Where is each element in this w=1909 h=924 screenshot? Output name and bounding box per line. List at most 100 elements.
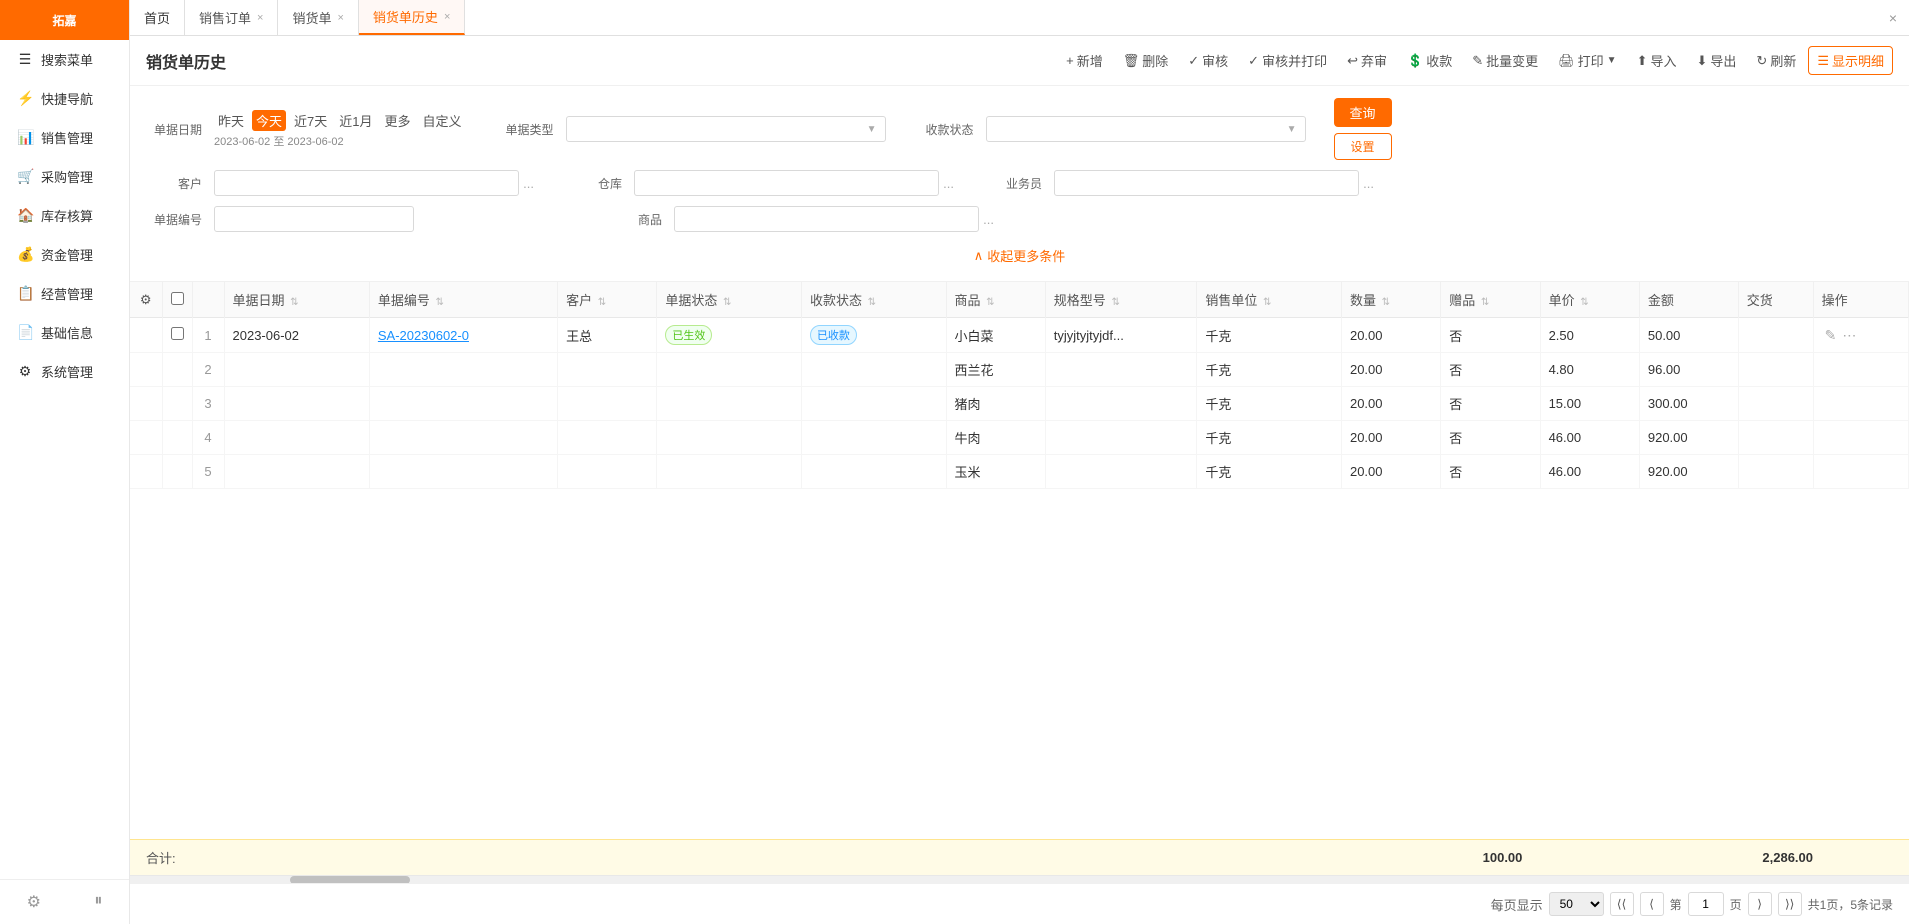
audit-button[interactable]: ✓ 审核 [1180,47,1236,74]
collect-label: 收款 [1426,51,1452,70]
sidebar-item-purchase-mgmt[interactable]: 🛒 采购管理 [0,157,129,196]
col-payment-status[interactable]: 收款状态 ⇅ [801,282,946,318]
tab-sales-delivery-close[interactable]: × [337,12,343,24]
print-icon: 🖨 [1558,53,1575,69]
col-unit-price-sort: ⇅ [1580,297,1588,308]
row-checkbox-input[interactable] [171,327,184,340]
delete-button[interactable]: 🗑 删除 [1115,47,1177,74]
new-icon: + [1066,53,1074,68]
customer-input[interactable] [214,170,519,196]
next-page-btn[interactable]: ⟩ [1748,892,1772,916]
col-unit-price[interactable]: 单价 ⇅ [1540,282,1639,318]
col-gear[interactable]: ⚙ [130,282,162,318]
col-amount-label: 金额 [1648,293,1674,308]
col-spec[interactable]: 规格型号 ⇅ [1045,282,1197,318]
col-goods[interactable]: 商品 ⇅ [946,282,1045,318]
show-detail-label: 显示明细 [1832,51,1884,70]
prev-page-btn[interactable]: ⟨ [1640,892,1664,916]
row-customer [558,387,657,421]
gear-icon[interactable]: ⚙ [140,292,152,307]
first-page-btn[interactable]: ⟨⟨ [1610,892,1634,916]
goods-dots[interactable]: ... [983,212,994,227]
horizontal-scrollbar[interactable] [130,875,1909,883]
col-spec-label: 规格型号 [1054,293,1106,308]
date-btn-1month[interactable]: 近1月 [335,110,376,131]
last-page-btn[interactable]: ⟩⟩ [1778,892,1802,916]
doc-type-select[interactable]: ▼ [566,116,886,142]
row-spec [1045,455,1197,489]
row-checkbox [162,353,192,387]
audit-print-button[interactable]: ✓ 审核并打印 [1240,47,1335,74]
setting-button[interactable]: 设置 [1334,133,1392,160]
table-row: 4牛肉千克20.00否46.00920.00 [130,421,1909,455]
col-doc-no[interactable]: 单据编号 ⇅ [369,282,557,318]
batch-change-button[interactable]: ✎ 批量变更 [1464,47,1546,74]
print-button[interactable]: 🖨 打印 ▼ [1550,47,1624,74]
collect-button[interactable]: 💲 收款 [1399,47,1460,74]
col-customer[interactable]: 客户 ⇅ [558,282,657,318]
tab-sales-order[interactable]: 销售订单 × [185,0,278,35]
date-btn-yesterday[interactable]: 昨天 [214,110,248,131]
import-button[interactable]: ⬆ 导入 [1629,47,1685,74]
row-goods: 玉米 [946,455,1045,489]
current-page-input[interactable] [1688,892,1724,916]
row-more-btn[interactable]: ⋯ [1839,327,1859,343]
warehouse-input[interactable] [634,170,939,196]
col-checkbox [162,282,192,318]
new-button[interactable]: + 新增 [1058,47,1111,74]
col-payment-status-sort: ⇅ [868,297,876,308]
sidebar-settings-btn[interactable]: ⚙ [23,888,45,916]
page-size-select[interactable]: 50 20 100 [1549,892,1604,916]
col-quantity-sort: ⇅ [1382,297,1390,308]
tab-sales-order-close[interactable]: × [257,12,263,24]
refresh-button[interactable]: ↻ 刷新 [1748,47,1804,74]
col-doc-date[interactable]: 单据日期 ⇅ [224,282,369,318]
row-delivery [1738,353,1813,387]
sidebar-item-operation[interactable]: 📋 经营管理 [0,274,129,313]
tab-sales-delivery[interactable]: 销货单 × [278,0,358,35]
query-button[interactable]: 查询 [1334,98,1392,127]
tab-sales-history-close[interactable]: × [444,11,450,23]
tab-bar-close-btn[interactable]: × [1877,10,1909,26]
sidebar-item-sales-mgmt[interactable]: 📊 销售管理 [0,118,129,157]
customer-dots[interactable]: ... [523,176,534,191]
salesperson-dots[interactable]: ... [1363,176,1374,191]
col-sales-unit[interactable]: 销售单位 ⇅ [1197,282,1342,318]
col-gift[interactable]: 赠品 ⇅ [1441,282,1540,318]
date-btn-today[interactable]: 今天 [252,110,286,131]
show-detail-button[interactable]: ☰ 显示明细 [1808,46,1893,75]
tab-home[interactable]: 首页 [130,0,185,35]
row-edit-btn[interactable]: ✎ [1822,327,1840,343]
table-footer: 合计: 100.00 2,286.00 [130,839,1909,875]
row-unit-price: 2.50 [1540,318,1639,353]
warehouse-dots[interactable]: ... [943,176,954,191]
table-row: 3猪肉千克20.00否15.00300.00 [130,387,1909,421]
col-gift-sort: ⇅ [1481,297,1489,308]
sidebar-item-quick-nav[interactable]: ⚡ 快捷导航 [0,79,129,118]
salesperson-input[interactable] [1054,170,1359,196]
sidebar-item-basic-info[interactable]: 📄 基础信息 [0,313,129,352]
collapse-button[interactable]: ∧ 收起更多条件 [146,242,1893,269]
date-btn-7days[interactable]: 近7天 [290,110,331,131]
tab-bar: 首页 销售订单 × 销货单 × 销货单历史 × × [130,0,1909,36]
sidebar-item-search-menu[interactable]: ☰ 搜索菜单 [0,40,129,79]
audit-icon: ✓ [1188,53,1199,69]
col-doc-status[interactable]: 单据状态 ⇅ [657,282,802,318]
date-btn-more[interactable]: 更多 [381,110,415,131]
row-doc-no-link[interactable]: SA-20230602-0 [378,328,469,343]
doc-no-input[interactable] [214,206,414,232]
tab-sales-history[interactable]: 销货单历史 × [359,0,465,35]
sidebar-item-inventory[interactable]: 🏠 库存核算 [0,196,129,235]
sidebar-item-finance[interactable]: 💰 资金管理 [0,235,129,274]
payment-status-select[interactable]: ▼ [986,116,1306,142]
abandon-button[interactable]: ↩ 弃审 [1339,47,1395,74]
goods-input[interactable] [674,206,979,232]
sidebar-item-system[interactable]: ⚙ 系统管理 [0,352,129,391]
date-btn-custom[interactable]: 自定义 [419,110,466,131]
export-button[interactable]: ⬇ 导出 [1688,47,1744,74]
col-quantity[interactable]: 数量 ⇅ [1341,282,1440,318]
sidebar-collapse-btn[interactable]: ⏸ [90,888,106,916]
select-all-checkbox[interactable] [171,292,184,305]
sidebar-item-label: 销售管理 [41,128,93,147]
table-row: 5玉米千克20.00否46.00920.00 [130,455,1909,489]
